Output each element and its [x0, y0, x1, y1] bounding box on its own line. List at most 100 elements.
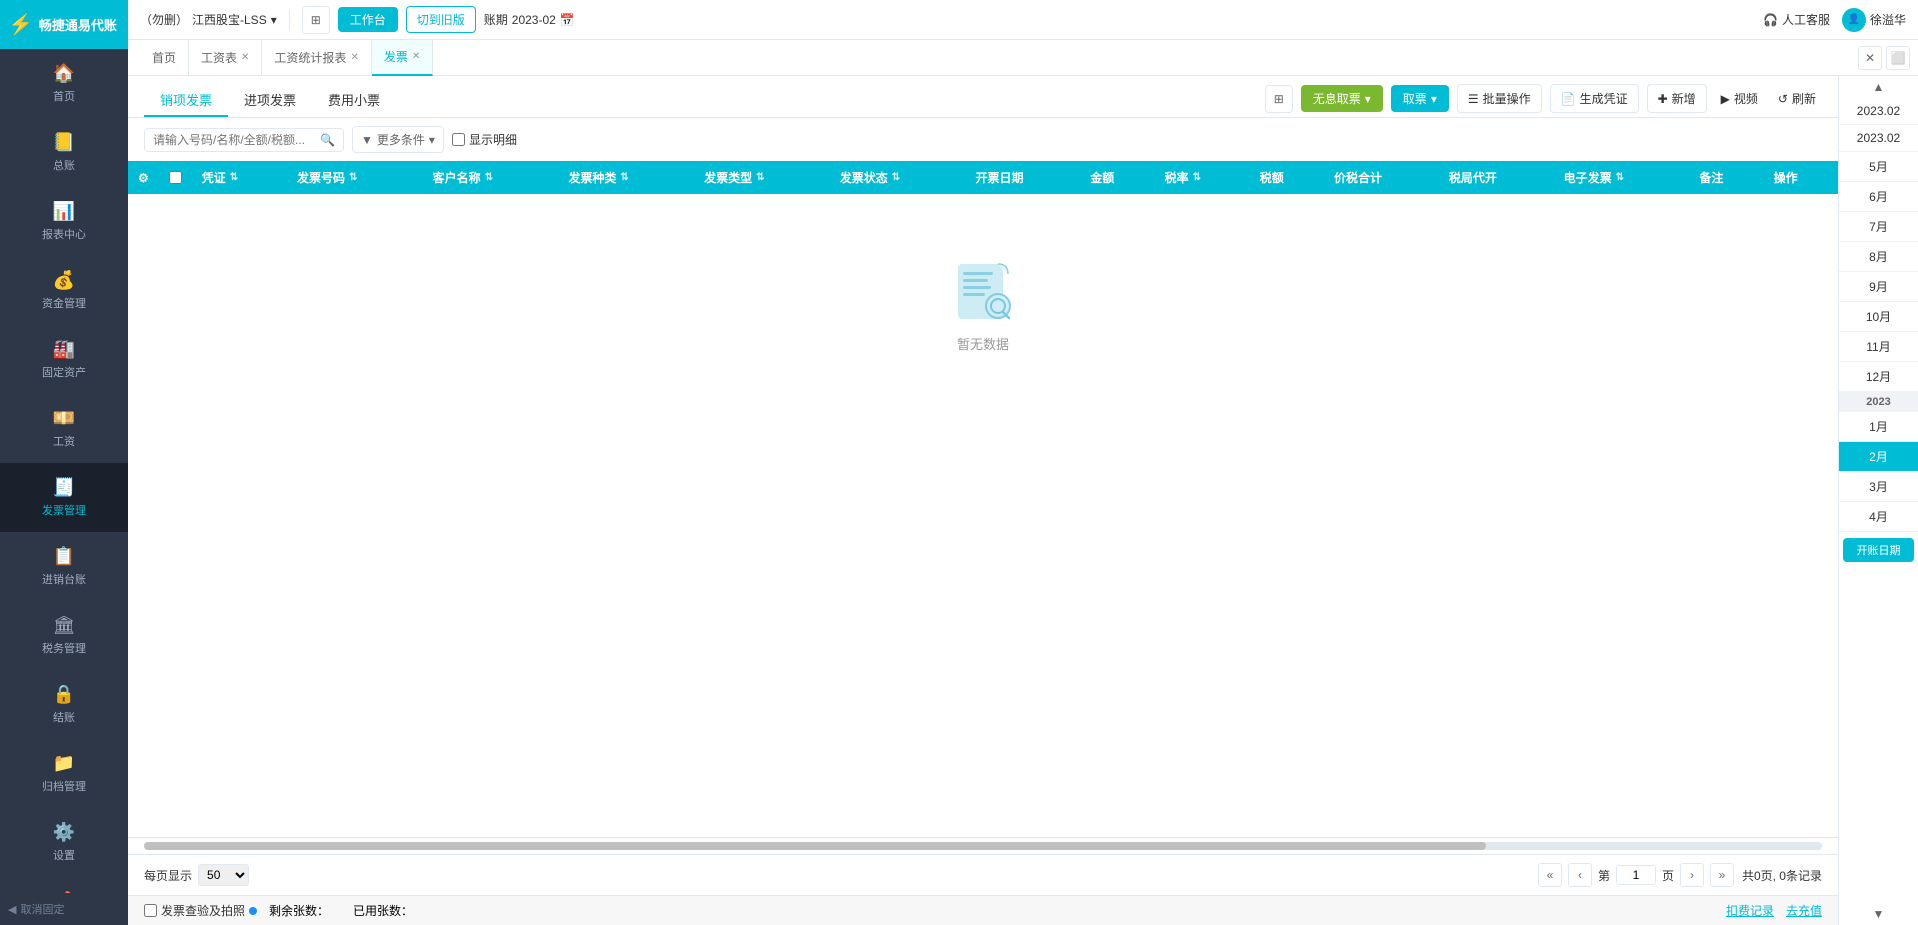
date-panel-item-2023-02-second[interactable]: 2023.02: [1839, 125, 1918, 152]
sidebar-item-invoice[interactable]: 🧾 发票管理: [0, 463, 128, 532]
sidebar-item-assets[interactable]: 🏭 固定资产: [0, 325, 128, 394]
recharge-link[interactable]: 去充值: [1786, 902, 1822, 919]
date-panel-item-2022-11[interactable]: 11月: [1839, 332, 1918, 362]
date-panel-item-2022-05[interactable]: 5月: [1839, 152, 1918, 182]
sidebar-item-tax[interactable]: 🏛 税务管理: [0, 601, 128, 670]
gen-voucher-button[interactable]: 📄 生成凭证: [1550, 84, 1639, 113]
sidebar-item-reports[interactable]: 📊 报表中心: [0, 187, 128, 256]
take-ticket-button[interactable]: 取票 ▾: [1391, 85, 1449, 112]
th-actions-label: 操作: [1774, 169, 1798, 186]
th-tax-rate: 税率⇅: [1155, 161, 1250, 194]
sidebar-item-label-home: 首页: [53, 88, 75, 104]
horizontal-scrollbar[interactable]: [144, 842, 1822, 850]
subtab-sales-invoice[interactable]: 销项发票: [144, 84, 228, 117]
user-profile-button[interactable]: 👤 徐溢华: [1842, 8, 1906, 32]
tabbar-close-button[interactable]: ✕: [1858, 46, 1882, 70]
assets-icon: 🏭: [53, 339, 75, 360]
open-period-button[interactable]: 开账日期: [1843, 538, 1914, 562]
sidebar-item-guide[interactable]: 📌 新手引导: [0, 877, 128, 893]
logo-text: 畅捷通易代账: [39, 15, 117, 34]
date-panel-scroll-down[interactable]: ▼: [1839, 903, 1918, 925]
tab-salary-report[interactable]: 工资统计报表 ✕: [262, 40, 371, 76]
th-invoice-type: 发票种类⇅: [558, 161, 694, 194]
scrollbar-thumb: [144, 842, 1486, 850]
th-checkbox[interactable]: [159, 161, 192, 194]
date-panel-item-2022-06[interactable]: 6月: [1839, 182, 1918, 212]
batch-op-button[interactable]: ☰ 批量操作: [1457, 84, 1542, 113]
date-panel-item-2022-09[interactable]: 9月: [1839, 272, 1918, 302]
last-page-button[interactable]: »: [1710, 863, 1734, 887]
tab-invoice[interactable]: 发票 ✕: [372, 40, 433, 76]
first-page-button[interactable]: «: [1538, 863, 1562, 887]
show-detail-checkbox[interactable]: 显示明细: [452, 131, 517, 148]
per-page-select[interactable]: 50 20 100: [198, 864, 249, 886]
pin-icon: ◀: [8, 903, 16, 916]
company-chevron-icon: ▾: [271, 13, 277, 27]
refresh-button[interactable]: ↺ 刷新: [1772, 85, 1822, 112]
sidebar-item-ledger[interactable]: 📒 总账: [0, 118, 128, 187]
total-records-label: 共0页, 0条记录: [1742, 867, 1822, 884]
subtab-purchase-invoice[interactable]: 进项发票: [228, 84, 312, 117]
tab-invoice-close-icon[interactable]: ✕: [412, 51, 420, 62]
gen-voucher-label: 生成凭证: [1580, 90, 1628, 107]
date-panel-item-2023-04[interactable]: 4月: [1839, 502, 1918, 532]
th-customer-label: 客户名称: [433, 169, 481, 186]
switch-version-button[interactable]: 切到旧版: [406, 6, 476, 33]
sidebar-item-settings[interactable]: ⚙️ 设置: [0, 808, 128, 877]
tab-home[interactable]: 首页: [136, 40, 189, 76]
sidebar-item-home[interactable]: 🏠 首页: [0, 49, 128, 118]
tab-salary-report-close-icon[interactable]: ✕: [350, 52, 358, 63]
th-open-date-label: 开票日期: [975, 169, 1023, 186]
invoice-verify-input[interactable]: [144, 904, 157, 917]
table-header-row: ⚙ 凭证⇅ 发票号码⇅: [128, 161, 1838, 194]
invoice-verify-label: 发票查验及拍照: [161, 902, 245, 919]
tab-salary-table-close-icon[interactable]: ✕: [241, 52, 249, 63]
copy-icon-button[interactable]: ⊞: [302, 6, 330, 34]
sidebar-item-close[interactable]: 🔒 结账: [0, 670, 128, 739]
no-cancel-ticket-button[interactable]: 无息取票 ▾: [1301, 85, 1383, 112]
date-panel-item-2023-02-first[interactable]: 2023.02: [1839, 98, 1918, 125]
date-panel-item-2022-08[interactable]: 8月: [1839, 242, 1918, 272]
company-selector[interactable]: （勿删） 江西股宝-LSS ▾: [140, 11, 277, 28]
sidebar-item-funds[interactable]: 💰 资金管理: [0, 256, 128, 325]
date-panel-item-2022-12[interactable]: 12月: [1839, 362, 1918, 392]
tab-salary-table[interactable]: 工资表 ✕: [189, 40, 262, 76]
page-input[interactable]: [1616, 865, 1656, 885]
new-icon: ✚: [1658, 92, 1668, 106]
date-panel-item-2023-03[interactable]: 3月: [1839, 472, 1918, 502]
sidebar-item-archive[interactable]: 📁 归档管理: [0, 739, 128, 808]
new-button[interactable]: ✚ 新增: [1647, 84, 1707, 113]
date-panel-item-2022-07[interactable]: 7月: [1839, 212, 1918, 242]
search-input[interactable]: [153, 133, 316, 147]
sidebar-item-salary[interactable]: 💴 工资: [0, 394, 128, 463]
select-all-checkbox[interactable]: [169, 171, 182, 184]
column-settings-button[interactable]: ⊞: [1265, 85, 1293, 113]
invoice-class-sort-icon: ⇅: [756, 172, 764, 183]
pagination-controls: « ‹ 第 页 › » 共0页, 0条记录: [1538, 863, 1822, 887]
tab-salary-table-label: 工资表: [201, 49, 237, 66]
date-panel-scroll-up[interactable]: ▲: [1839, 76, 1918, 98]
more-filter-button[interactable]: ▼ 更多条件 ▾: [352, 126, 444, 153]
filter-icon: ▼: [361, 133, 373, 147]
deduction-records-link[interactable]: 扣费记录: [1726, 902, 1774, 919]
customer-service-button[interactable]: 🎧 人工客服: [1763, 11, 1830, 28]
date-panel-item-2023-02[interactable]: 2月: [1839, 442, 1918, 472]
video-button[interactable]: ▶ 视频: [1715, 85, 1764, 112]
invoice-verify-checkbox[interactable]: 发票查验及拍照: [144, 902, 257, 919]
no-cancel-label: 无息取票: [1313, 90, 1361, 107]
subtab-expense-receipt[interactable]: 费用小票: [312, 84, 396, 117]
sidebar-logo[interactable]: ⚡ 畅捷通易代账: [0, 0, 128, 49]
show-detail-input[interactable]: [452, 133, 465, 146]
workspace-button[interactable]: 工作台: [338, 7, 398, 32]
sidebar-bottom-pin[interactable]: ◀ 取消固定: [0, 893, 128, 925]
tabbar-maximize-button[interactable]: ⬜: [1886, 46, 1910, 70]
next-page-button[interactable]: ›: [1680, 863, 1704, 887]
search-input-wrap[interactable]: 🔍: [144, 128, 344, 152]
th-tax-total: 价税合计: [1324, 161, 1439, 194]
th-invoice-class-label: 发票类型: [704, 169, 752, 186]
date-panel-item-2023-01[interactable]: 1月: [1839, 412, 1918, 442]
archive-icon: 📁: [53, 753, 75, 774]
date-panel-item-2022-10[interactable]: 10月: [1839, 302, 1918, 332]
sidebar-item-sales[interactable]: 📋 进销台账: [0, 532, 128, 601]
prev-page-button[interactable]: ‹: [1568, 863, 1592, 887]
